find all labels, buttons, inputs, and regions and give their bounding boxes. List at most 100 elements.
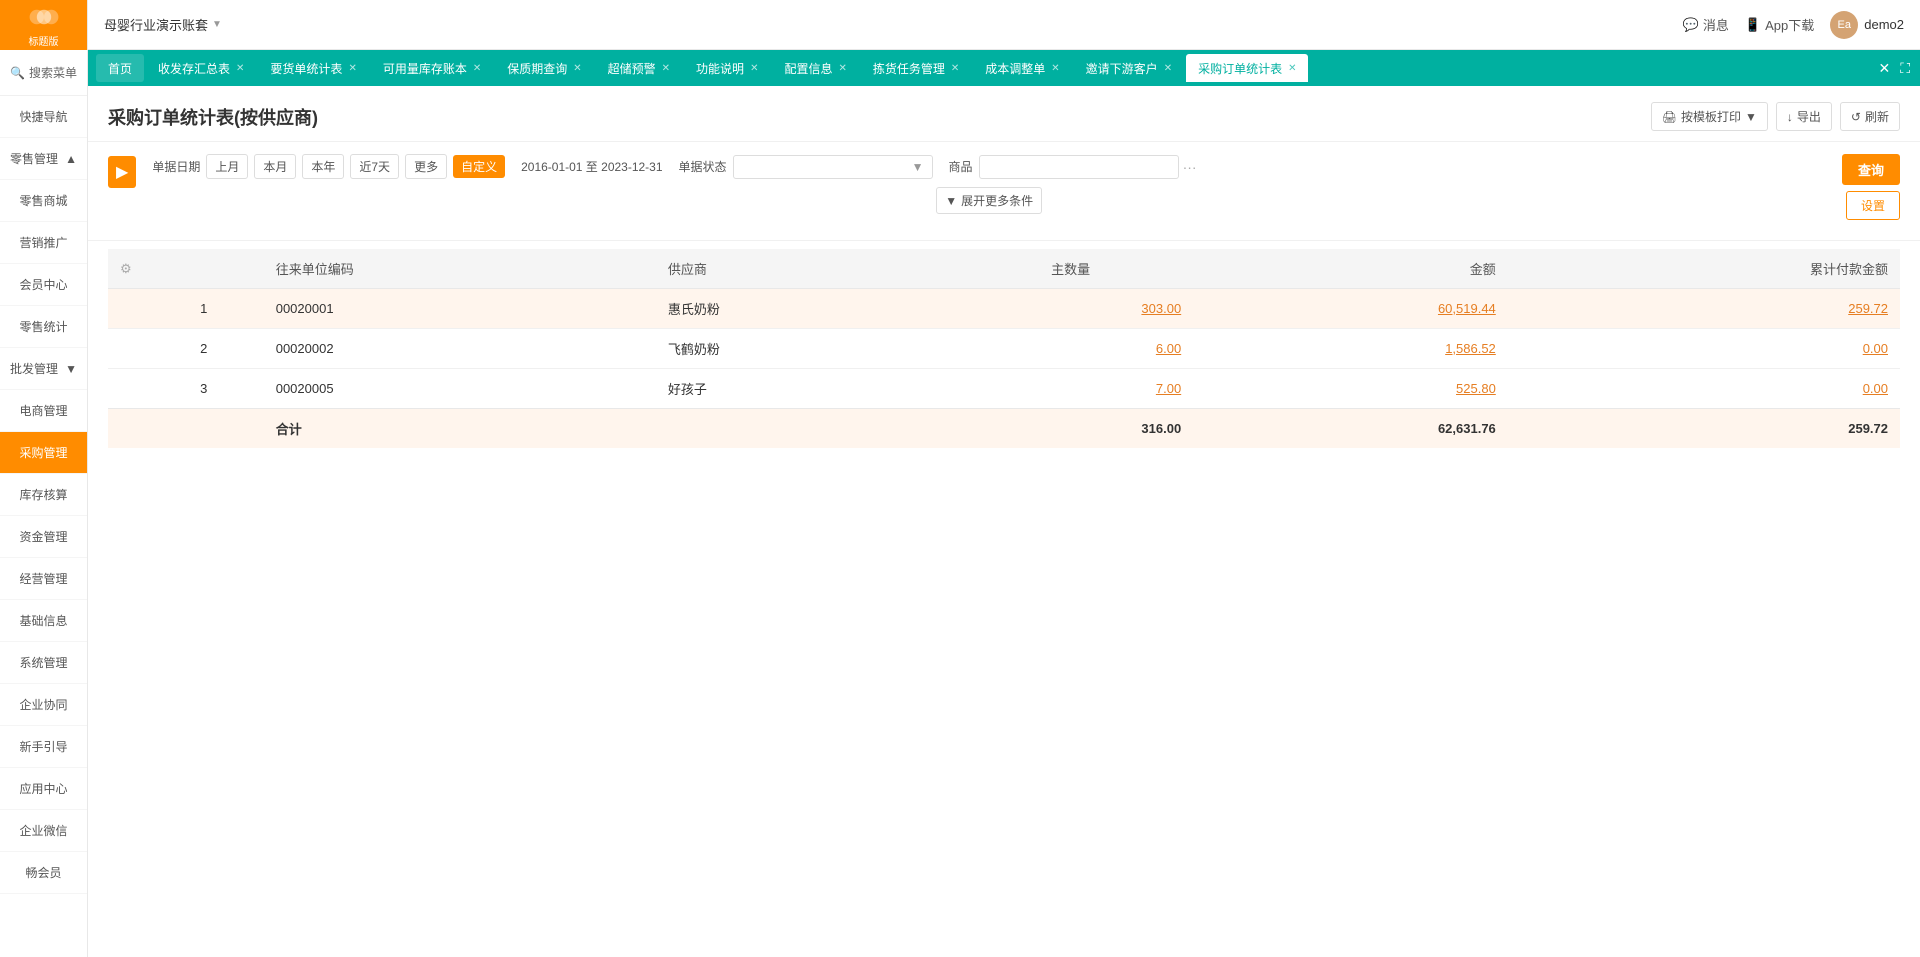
sidebar-item-basic-info[interactable]: 基础信息 [0, 600, 87, 642]
tab-available-stock[interactable]: 可用量库存账本 ✕ [371, 54, 493, 82]
sidebar-item-marketing[interactable]: 营销推广 [0, 222, 87, 264]
sidebar-item-purchase[interactable]: 采购管理 [0, 432, 87, 474]
td-amount[interactable]: 1,586.52 [1193, 329, 1508, 369]
goods-more-icon[interactable]: ··· [1183, 159, 1197, 175]
date-range-display: 2016-01-01 至 2023-12-31 [521, 158, 662, 175]
tab-cost-adjust[interactable]: 成本调整单 ✕ [973, 54, 1071, 82]
status-label: 单据状态 [679, 158, 727, 175]
setting-button[interactable]: 设置 [1846, 191, 1900, 220]
close-icon[interactable]: ✕ [348, 63, 356, 74]
tab-invite-downstream[interactable]: 邀请下游客户 ✕ [1074, 54, 1184, 82]
account-selector[interactable]: 母婴行业演示账套 ▼ [104, 15, 222, 34]
sidebar-item-member[interactable]: 会员中心 [0, 264, 87, 306]
sidebar-item-finance[interactable]: 资金管理 [0, 516, 87, 558]
sidebar-item-enterprise[interactable]: 企业协同 [0, 684, 87, 726]
settings-icon[interactable]: ⚙ [120, 261, 132, 276]
refresh-button[interactable]: ↺ 刷新 [1840, 102, 1900, 131]
sidebar-item-ecommerce[interactable]: 电商管理 [0, 390, 87, 432]
tab-function-desc[interactable]: 功能说明 ✕ [684, 54, 770, 82]
app-logo[interactable]: 标题版 [0, 0, 87, 50]
filter-toggle-button[interactable]: ▶ [108, 156, 136, 188]
date-7days-button[interactable]: 近7天 [350, 154, 399, 179]
close-icon[interactable]: ✕ [1164, 63, 1172, 74]
td-footer-empty3 [656, 409, 948, 449]
message-label: 消息 [1703, 15, 1729, 34]
th-paid: 累计付款金额 [1508, 249, 1900, 289]
tab-receive-send-label: 收发存汇总表 [158, 60, 230, 77]
tabbar-close-all-button[interactable]: ✕ [1876, 58, 1892, 79]
sidebar-item-new-guide[interactable]: 新手引导 [0, 726, 87, 768]
date-this-month-button[interactable]: 本月 [254, 154, 296, 179]
sidebar-item-retail-stats[interactable]: 零售统计 [0, 306, 87, 348]
sidebar-item-inventory[interactable]: 库存核算 [0, 474, 87, 516]
td-paid[interactable]: 259.72 [1508, 289, 1900, 329]
date-last-month-button[interactable]: 上月 [206, 154, 248, 179]
expand-row: ▼ 展开更多条件 [152, 187, 1826, 214]
tab-expiry-query[interactable]: 保质期查询 ✕ [495, 54, 593, 82]
tab-overstock-warning[interactable]: 超储预警 ✕ [596, 54, 682, 82]
main-area: 母婴行业演示账套 ▼ 💬 消息 📱 App下载 Ea demo2 首页 [88, 0, 1920, 957]
sidebar-item-operations[interactable]: 经营管理 [0, 558, 87, 600]
print-button[interactable]: 🖨 按模板打印 ▼ [1651, 102, 1768, 131]
tab-config-info[interactable]: 配置信息 ✕ [772, 54, 858, 82]
date-label: 单据日期 [152, 158, 200, 175]
sidebar-item-app-center[interactable]: 应用中心 [0, 768, 87, 810]
sidebar-item-system[interactable]: 系统管理 [0, 642, 87, 684]
date-this-year-button[interactable]: 本年 [302, 154, 344, 179]
close-icon[interactable]: ✕ [951, 63, 959, 74]
tabbar-expand-button[interactable]: ⛶ [1898, 58, 1912, 79]
tab-purchase-stats[interactable]: 采购订单统计表 ✕ [1186, 54, 1308, 82]
sidebar-item-retail[interactable]: 零售管理 ▲ [0, 138, 87, 180]
close-icon[interactable]: ✕ [1051, 63, 1059, 74]
td-amount[interactable]: 525.80 [1193, 369, 1508, 409]
expand-more-button[interactable]: ▼ 展开更多条件 [936, 187, 1042, 214]
export-button[interactable]: ↓ 导出 [1776, 102, 1832, 131]
td-quantity[interactable]: 7.00 [948, 369, 1193, 409]
tab-order-stats[interactable]: 要货单统计表 ✕ [258, 54, 368, 82]
goods-input-group: ··· [979, 155, 1197, 179]
topbar-left: 母婴行业演示账套 ▼ [104, 15, 222, 34]
td-code: 00020005 [264, 369, 656, 409]
message-button[interactable]: 💬 消息 [1683, 15, 1729, 34]
topbar: 母婴行业演示账套 ▼ 💬 消息 📱 App下载 Ea demo2 [88, 0, 1920, 50]
close-icon[interactable]: ✕ [236, 63, 244, 74]
td-footer-paid: 259.72 [1508, 409, 1900, 449]
date-filter-item: 单据日期 上月 本月 本年 近7天 更多 自定义 [152, 154, 505, 179]
sidebar-item-enterprise-wechat[interactable]: 企业微信 [0, 810, 87, 852]
sidebar-item-wholesale[interactable]: 批发管理 ▼ [0, 348, 87, 390]
close-icon[interactable]: ✕ [662, 63, 670, 74]
date-more-button[interactable]: 更多 [405, 154, 447, 179]
td-quantity[interactable]: 303.00 [948, 289, 1193, 329]
tab-receive-send[interactable]: 收发存汇总表 ✕ [146, 54, 256, 82]
table-footer: 合计 316.00 62,631.76 259.72 [108, 409, 1900, 449]
page-header: 采购订单统计表(按供应商) 🖨 按模板打印 ▼ ↓ 导出 ↺ 刷新 [88, 86, 1920, 142]
app-download-button[interactable]: 📱 App下载 [1745, 15, 1814, 34]
td-settings [108, 369, 144, 409]
goods-input[interactable] [979, 155, 1179, 179]
date-range-item: 2016-01-01 至 2023-12-31 [521, 158, 662, 175]
td-quantity[interactable]: 6.00 [948, 329, 1193, 369]
close-icon[interactable]: ✕ [838, 63, 846, 74]
filter-content: 单据日期 上月 本月 本年 近7天 更多 自定义 2016-01-0 [152, 154, 1826, 214]
status-select[interactable]: ▼ [733, 155, 933, 179]
sidebar-item-quick-nav[interactable]: 快捷导航 [0, 96, 87, 138]
tab-home[interactable]: 首页 [96, 54, 144, 82]
sidebar-item-retail-mall[interactable]: 零售商城 [0, 180, 87, 222]
close-icon[interactable]: ✕ [573, 63, 581, 74]
close-icon[interactable]: ✕ [750, 63, 758, 74]
user-menu[interactable]: Ea demo2 [1830, 11, 1904, 39]
search-menu-button[interactable]: 🔍 搜索菜单 [8, 60, 79, 85]
search-icon: 🔍 [10, 66, 25, 80]
tab-pick-task[interactable]: 拣货任务管理 ✕ [861, 54, 971, 82]
tab-expiry-query-label: 保质期查询 [507, 60, 567, 77]
query-button[interactable]: 查询 [1842, 154, 1900, 185]
close-icon[interactable]: ✕ [473, 63, 481, 74]
td-paid[interactable]: 0.00 [1508, 369, 1900, 409]
td-amount[interactable]: 60,519.44 [1193, 289, 1508, 329]
date-custom-button[interactable]: 自定义 [453, 155, 505, 178]
sidebar-item-member2[interactable]: 畅会员 [0, 852, 87, 894]
td-paid[interactable]: 0.00 [1508, 329, 1900, 369]
status-dropdown-icon: ▼ [912, 160, 924, 174]
tab-function-desc-label: 功能说明 [696, 60, 744, 77]
close-icon[interactable]: ✕ [1288, 63, 1296, 74]
